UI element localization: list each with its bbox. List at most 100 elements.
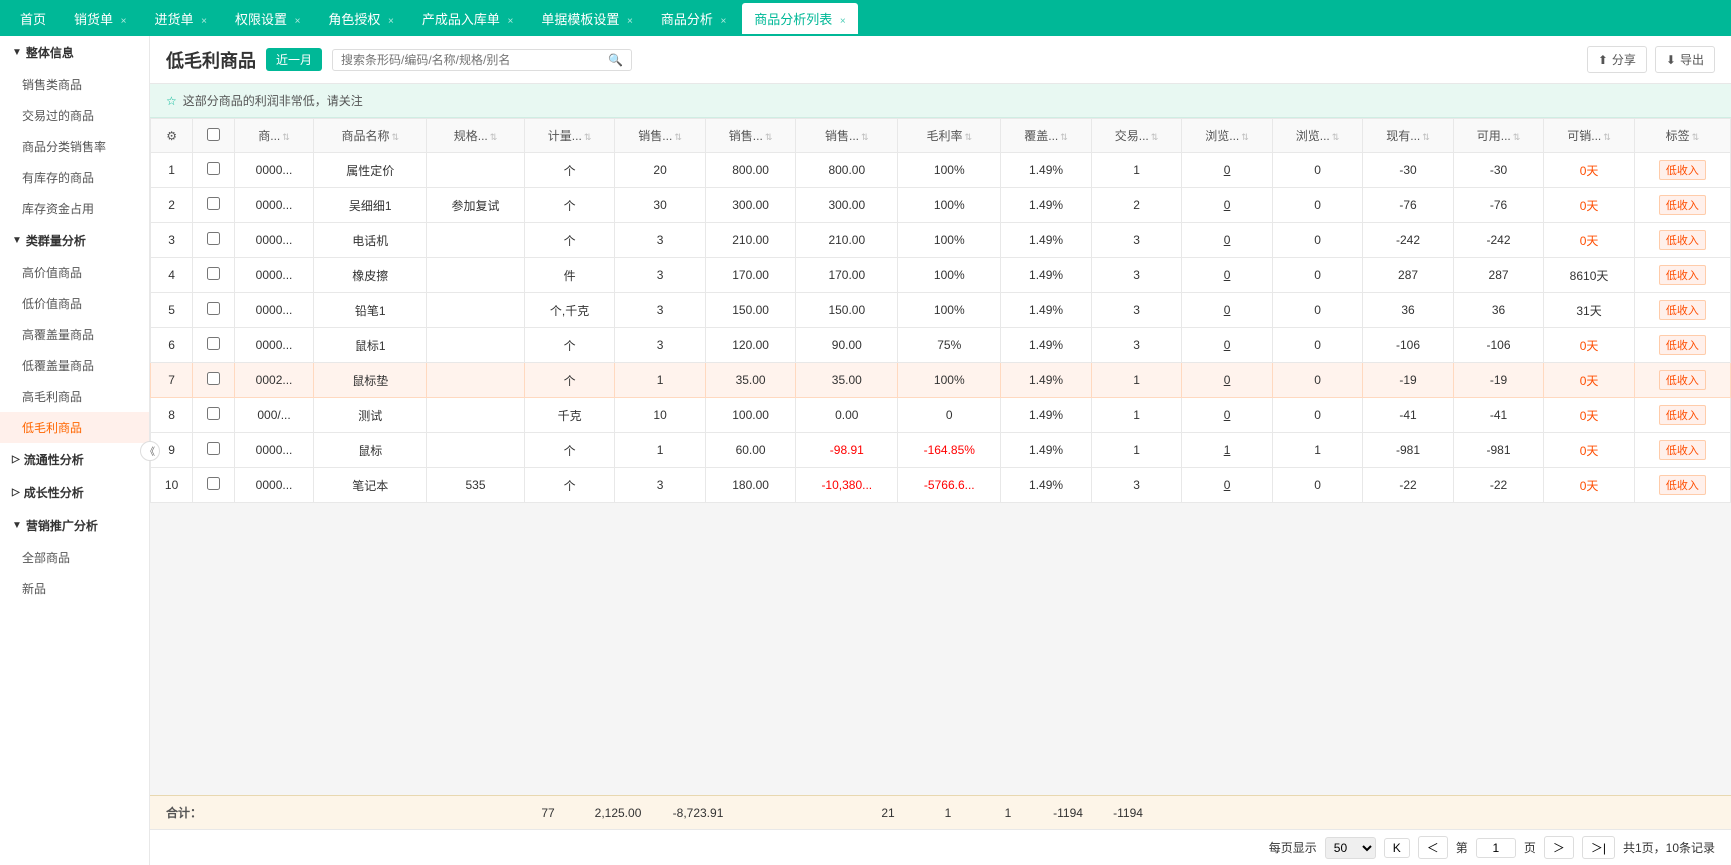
sidebar-item-stocked-goods[interactable]: 有库存的商品: [0, 162, 149, 193]
cell-checkbox[interactable]: [193, 293, 235, 328]
col-gross-margin[interactable]: 毛利率⇅: [898, 119, 1001, 153]
cell-checkbox[interactable]: [193, 468, 235, 503]
nav-roles[interactable]: 角色授权 ×: [316, 3, 405, 34]
first-page-button[interactable]: K: [1384, 838, 1410, 858]
sidebar-section-growth[interactable]: ▷ 成长性分析: [0, 476, 149, 509]
nav-template-settings[interactable]: 单据模板设置 ×: [529, 3, 644, 34]
cell-transactions: 1: [1091, 153, 1182, 188]
row-checkbox[interactable]: [207, 372, 220, 385]
col-tag[interactable]: 标签⇅: [1634, 119, 1730, 153]
row-checkbox[interactable]: [207, 477, 220, 490]
cell-views1[interactable]: 0: [1182, 188, 1273, 223]
cell-checkbox[interactable]: [193, 398, 235, 433]
cell-checkbox[interactable]: [193, 223, 235, 258]
sidebar-item-low-value[interactable]: 低价值商品: [0, 288, 149, 319]
close-product-entry[interactable]: ×: [508, 16, 514, 27]
nav-permissions[interactable]: 权限设置 ×: [223, 3, 312, 34]
sidebar-item-stock-capital[interactable]: 库存资金占用: [0, 193, 149, 224]
sidebar-item-low-coverage[interactable]: 低覆盖量商品: [0, 350, 149, 381]
sidebar-section-liquidity[interactable]: ▷ 流通性分析: [0, 443, 149, 476]
prev-page-button[interactable]: ＜: [1418, 836, 1448, 859]
next-page-button[interactable]: ＞: [1544, 836, 1574, 859]
sidebar-item-new-goods[interactable]: 新品: [0, 573, 149, 604]
cell-checkbox[interactable]: [193, 153, 235, 188]
close-template-settings[interactable]: ×: [627, 16, 633, 27]
cell-views1[interactable]: 1: [1182, 433, 1273, 468]
cell-views1[interactable]: 0: [1182, 258, 1273, 293]
col-settings[interactable]: ⚙: [151, 119, 193, 153]
cell-views1[interactable]: 0: [1182, 153, 1273, 188]
cell-views1[interactable]: 0: [1182, 293, 1273, 328]
cell-views2: 0: [1272, 328, 1363, 363]
export-button[interactable]: ⬇ 导出: [1655, 46, 1715, 73]
sidebar-item-low-margin[interactable]: 低毛利商品: [0, 412, 149, 443]
cell-gross-margin: -5766.6...: [898, 468, 1001, 503]
cell-checkbox[interactable]: [193, 328, 235, 363]
row-checkbox[interactable]: [207, 442, 220, 455]
col-name[interactable]: 商品名称⇅: [314, 119, 427, 153]
select-all-checkbox[interactable]: [207, 128, 220, 141]
close-product-analysis-list[interactable]: ×: [840, 16, 846, 27]
col-sales-profit[interactable]: 销售...⇅: [796, 119, 898, 153]
nav-home[interactable]: 首页: [8, 3, 58, 34]
close-permissions[interactable]: ×: [295, 16, 301, 27]
sidebar-collapse-button[interactable]: 《: [140, 441, 160, 461]
search-icon[interactable]: 🔍: [608, 53, 623, 67]
col-sales-amount[interactable]: 销售...⇅: [705, 119, 796, 153]
time-filter-button[interactable]: 近一月: [266, 48, 322, 71]
row-checkbox[interactable]: [207, 232, 220, 245]
nav-product-analysis[interactable]: 商品分析 ×: [649, 3, 738, 34]
col-views1[interactable]: 浏览...⇅: [1182, 119, 1273, 153]
sidebar-item-all-goods[interactable]: 全部商品: [0, 542, 149, 573]
row-checkbox[interactable]: [207, 162, 220, 175]
row-checkbox[interactable]: [207, 337, 220, 350]
col-checkbox[interactable]: [193, 119, 235, 153]
sidebar-section-marketing[interactable]: ▼ 营销推广分析: [0, 509, 149, 542]
sidebar-item-high-value[interactable]: 高价值商品: [0, 257, 149, 288]
row-checkbox[interactable]: [207, 302, 220, 315]
nav-product-entry[interactable]: 产成品入库单 ×: [410, 3, 525, 34]
cell-views1[interactable]: 0: [1182, 398, 1273, 433]
cell-views1[interactable]: 0: [1182, 363, 1273, 398]
cell-checkbox[interactable]: [193, 363, 235, 398]
col-code[interactable]: 商...⇅: [234, 119, 314, 153]
col-views2[interactable]: 浏览...⇅: [1272, 119, 1363, 153]
col-coverage[interactable]: 覆盖...⇅: [1001, 119, 1092, 153]
sidebar-section-cluster[interactable]: ▼ 类群量分析: [0, 224, 149, 257]
cell-checkbox[interactable]: [193, 258, 235, 293]
cell-views1[interactable]: 0: [1182, 328, 1273, 363]
page-number-input[interactable]: [1476, 838, 1516, 858]
search-input[interactable]: [341, 53, 608, 67]
col-available[interactable]: 可用...⇅: [1453, 119, 1544, 153]
sidebar-item-high-coverage[interactable]: 高覆盖量商品: [0, 319, 149, 350]
close-purchase-order[interactable]: ×: [201, 16, 207, 27]
cell-views1[interactable]: 0: [1182, 468, 1273, 503]
sidebar-section-overall[interactable]: ▼ 整体信息: [0, 36, 149, 69]
close-roles[interactable]: ×: [388, 16, 394, 27]
sidebar-item-high-margin[interactable]: 高毛利商品: [0, 381, 149, 412]
nav-product-analysis-list[interactable]: 商品分析列表 ×: [742, 3, 857, 34]
row-checkbox[interactable]: [207, 197, 220, 210]
sidebar-item-sales-goods[interactable]: 销售类商品: [0, 69, 149, 100]
cell-checkbox[interactable]: [193, 188, 235, 223]
cell-views1[interactable]: 0: [1182, 223, 1273, 258]
cell-gross-margin: 75%: [898, 328, 1001, 363]
row-checkbox[interactable]: [207, 407, 220, 420]
nav-purchase-order[interactable]: 进货单 ×: [142, 3, 218, 34]
last-page-button[interactable]: ＞|: [1582, 836, 1615, 859]
share-button[interactable]: ⬆ 分享: [1587, 46, 1647, 73]
row-checkbox[interactable]: [207, 267, 220, 280]
cell-checkbox[interactable]: [193, 433, 235, 468]
sidebar-item-category-sales-rate[interactable]: 商品分类销售率: [0, 131, 149, 162]
col-sales-qty[interactable]: 销售...⇅: [615, 119, 706, 153]
close-sales-order[interactable]: ×: [121, 16, 127, 27]
col-transactions[interactable]: 交易...⇅: [1091, 119, 1182, 153]
col-current-stock[interactable]: 现有...⇅: [1363, 119, 1454, 153]
sidebar-item-traded-goods[interactable]: 交易过的商品: [0, 100, 149, 131]
col-unit[interactable]: 计量...⇅: [524, 119, 615, 153]
col-sellable-days[interactable]: 可销...⇅: [1544, 119, 1635, 153]
col-spec[interactable]: 规格...⇅: [427, 119, 525, 153]
nav-sales-order[interactable]: 销货单 ×: [62, 3, 138, 34]
page-size-select[interactable]: 50 100 200: [1325, 837, 1376, 859]
close-product-analysis[interactable]: ×: [720, 16, 726, 27]
